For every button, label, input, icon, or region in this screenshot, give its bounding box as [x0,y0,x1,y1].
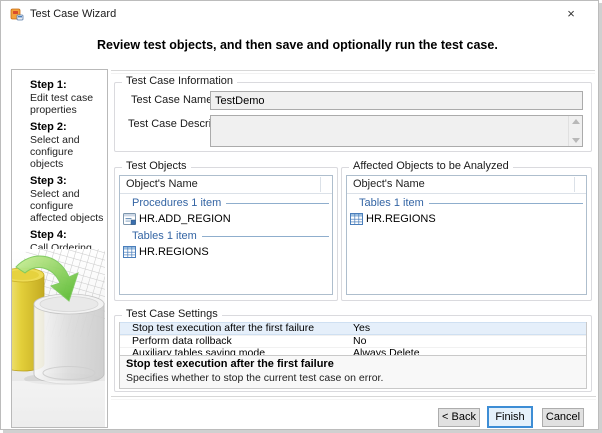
column-divider [574,177,575,192]
table-icon [123,246,136,258]
group-row-tables[interactable]: Tables 1 item [120,227,332,244]
setting-description-title: Stop test execution after the first fail… [126,358,334,370]
group-title: Affected Objects to be Analyzed [349,160,513,172]
step-2: Step 2: Select and configure objects [12,118,107,172]
test-case-name-input[interactable] [210,91,583,110]
group-title: Test Case Information [122,75,237,87]
test-case-description-input[interactable] [210,115,583,147]
step-3: Step 3: Select and configure affected ob… [12,172,107,226]
affected-objects-list[interactable]: Object's Name Tables 1 item HR.REGIONS [346,175,587,295]
close-icon[interactable]: × [562,6,580,22]
group-title: Test Objects [122,160,191,172]
cancel-button[interactable]: Cancel [542,408,584,427]
scroll-down-icon[interactable] [572,138,580,143]
list-item-hr-regions[interactable]: HR.REGIONS [120,244,332,260]
back-button[interactable]: < Back [438,408,480,427]
procedure-icon [123,213,136,225]
list-item-hr-add-region[interactable]: HR.ADD_REGION [120,211,332,227]
list-item-hr-regions[interactable]: HR.REGIONS [347,211,586,227]
settings-grid[interactable]: Stop test execution after the first fail… [119,322,587,358]
table-icon [350,213,363,225]
group-title: Test Case Settings [122,308,222,320]
titlebar: Test Case Wizard × [1,1,598,27]
column-divider [320,177,321,192]
test-objects-list[interactable]: Object's Name Procedures 1 item HR.ADD_R… [119,175,333,295]
setting-row-stop-on-failure[interactable]: Stop test execution after the first fail… [120,322,586,335]
page-title: Review test objects, and then save and o… [97,38,498,52]
column-header[interactable]: Object's Name [347,176,586,194]
steps-sidebar: Step 1: Edit test case properties Step 2… [11,69,108,428]
group-row-tables[interactable]: Tables 1 item [347,194,586,211]
setting-description-text: Specifies whether to stop the current te… [126,372,383,384]
group-affected-objects: Affected Objects to be Analyzed Object's… [341,167,592,301]
group-test-case-information: Test Case Information Test Case Name: Te… [114,82,592,152]
test-case-wizard-window: Test Case Wizard × Review test objects, … [0,0,599,430]
step-1: Step 1: Edit test case properties [12,76,107,118]
group-test-case-settings: Test Case Settings Stop test execution a… [114,315,592,392]
finish-button[interactable]: Finish [487,406,533,428]
scrollbar[interactable] [568,116,582,146]
scroll-up-icon[interactable] [572,119,580,124]
wizard-artwork-cylinders [12,249,105,427]
footer-separator [111,396,596,400]
name-label: Test Case Name: [131,94,215,106]
app-icon [10,7,24,21]
setting-row-data-rollback[interactable]: Perform data rollback No [120,335,586,347]
group-row-procedures[interactable]: Procedures 1 item [120,194,332,211]
group-test-objects: Test Objects Object's Name Procedures 1 … [114,167,338,301]
column-header[interactable]: Object's Name [120,176,332,194]
setting-description-panel: Stop test execution after the first fail… [119,355,587,389]
header-separator [111,70,595,74]
window-title: Test Case Wizard [30,8,116,20]
